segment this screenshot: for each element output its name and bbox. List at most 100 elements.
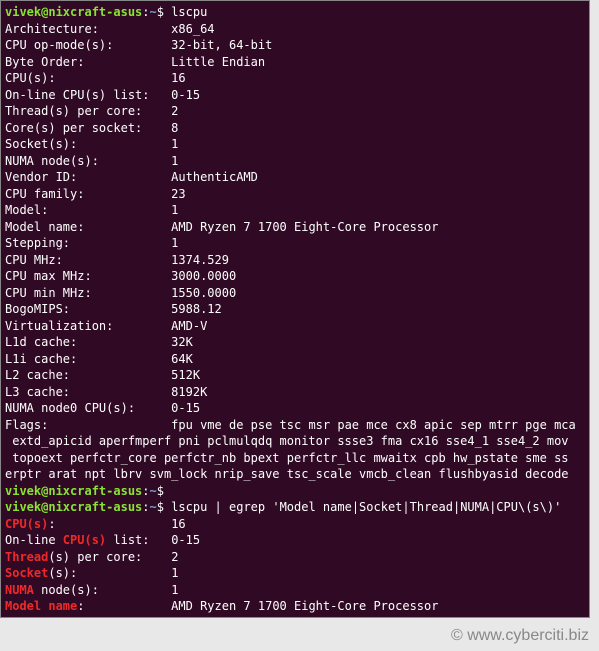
grep-highlight: Model name	[5, 599, 77, 613]
output-label: L2 cache:	[5, 368, 171, 382]
command-line: vivek@nixcraft-asus:~$ lscpu	[5, 4, 585, 21]
output-row: BogoMIPS: 5988.12	[5, 301, 585, 318]
output-row: Model name: AMD Ryzen 7 1700 Eight-Core …	[5, 219, 585, 236]
prompt-user: vivek@nixcraft-asus	[5, 484, 142, 498]
output-row: Architecture: x86_64	[5, 21, 585, 38]
output-value: 16	[171, 517, 185, 531]
output-value: 0-15	[171, 401, 200, 415]
output-label: CPU op-mode(s):	[5, 38, 171, 52]
output-value: 0-15	[171, 88, 200, 102]
output-row: NUMA node0 CPU(s): 0-15	[5, 615, 585, 619]
output-row: NUMA node(s): 1	[5, 582, 585, 599]
output-row: CPU min MHz: 1550.0000	[5, 285, 585, 302]
output-value: 1	[171, 583, 178, 597]
output-row: topoext perfctr_core perfctr_nb bpext pe…	[5, 450, 585, 467]
grep-highlight: NUMA	[5, 583, 34, 597]
output-label: CPU min MHz:	[5, 286, 171, 300]
output-value: Little Endian	[171, 55, 265, 69]
output-value: fpu vme de pse tsc msr pae mce cx8 apic …	[171, 418, 583, 432]
output-value: 1	[171, 137, 178, 151]
output-row: Byte Order: Little Endian	[5, 54, 585, 71]
output-value: 5988.12	[171, 302, 222, 316]
output-value: 0-15	[171, 616, 200, 619]
output-row: CPU op-mode(s): 32-bit, 64-bit	[5, 37, 585, 54]
output-value: 2	[171, 550, 178, 564]
output-row: Model name: AMD Ryzen 7 1700 Eight-Core …	[5, 598, 585, 615]
output-value: 3000.0000	[171, 269, 236, 283]
output-row: On-line CPU(s) list: 0-15	[5, 87, 585, 104]
grep-highlight: NUMA	[5, 616, 34, 619]
output-row: Thread(s) per core: 2	[5, 549, 585, 566]
prompt-colon: :	[142, 484, 149, 498]
output-row: On-line CPU(s) list: 0-15	[5, 532, 585, 549]
output-value: 0-15	[171, 533, 200, 547]
command-line: vivek@nixcraft-asus:~$	[5, 483, 585, 500]
output-value: AMD Ryzen 7 1700 Eight-Core Processor	[171, 220, 438, 234]
output-row: Thread(s) per core: 2	[5, 103, 585, 120]
output-row: CPU family: 23	[5, 186, 585, 203]
output-label: Architecture:	[5, 22, 171, 36]
command-text: lscpu	[171, 5, 207, 19]
output-row: Core(s) per socket: 8	[5, 120, 585, 137]
output-row: L3 cache: 8192K	[5, 384, 585, 401]
prompt-colon: :	[142, 5, 149, 19]
output-label: Vendor ID:	[5, 170, 171, 184]
output-value: AuthenticAMD	[171, 170, 258, 184]
output-label: Stepping:	[5, 236, 171, 250]
output-value: 32-bit, 64-bit	[171, 38, 272, 52]
output-label: L1d cache:	[5, 335, 171, 349]
grep-highlight: CPU(s)	[63, 533, 106, 547]
output-row: L1i cache: 64K	[5, 351, 585, 368]
output-value: 1374.529	[171, 253, 229, 267]
output-row: Virtualization: AMD-V	[5, 318, 585, 335]
prompt-user: vivek@nixcraft-asus	[5, 5, 142, 19]
output-label: Socket(s):	[5, 137, 171, 151]
output-label: Byte Order:	[5, 55, 171, 69]
grep-highlight: Socket	[5, 566, 48, 580]
output-row: L2 cache: 512K	[5, 367, 585, 384]
prompt-path: ~	[150, 5, 157, 19]
output-row: Flags: fpu vme de pse tsc msr pae mce cx…	[5, 417, 585, 434]
output-label: CPU max MHz:	[5, 269, 171, 283]
output-label: CPU(s):	[5, 517, 171, 531]
output-value: 32K	[171, 335, 193, 349]
output-value: 8192K	[171, 385, 207, 399]
terminal-window[interactable]: vivek@nixcraft-asus:~$ lscpuArchitecture…	[0, 0, 590, 618]
output-label: Virtualization:	[5, 319, 171, 333]
output-row: Socket(s): 1	[5, 136, 585, 153]
output-label: Model name:	[5, 599, 171, 613]
output-row: erptr arat npt lbrv svm_lock nrip_save t…	[5, 466, 585, 483]
prompt-user: vivek@nixcraft-asus	[5, 500, 142, 514]
terminal-content: vivek@nixcraft-asus:~$ lscpuArchitecture…	[5, 4, 585, 618]
prompt-symbol: $	[157, 5, 171, 19]
output-value: 1	[171, 566, 178, 580]
output-value: 1	[171, 236, 178, 250]
output-label: NUMA node(s):	[5, 583, 171, 597]
watermark-text: © www.cyberciti.biz	[451, 627, 589, 645]
output-label: Thread(s) per core:	[5, 550, 171, 564]
output-value: 1550.0000	[171, 286, 236, 300]
prompt-colon: :	[142, 500, 149, 514]
output-row: CPU(s): 16	[5, 70, 585, 87]
output-row: NUMA node(s): 1	[5, 153, 585, 170]
output-value: AMD-V	[171, 319, 207, 333]
output-label: Flags:	[5, 418, 171, 432]
command-text: lscpu | egrep 'Model name|Socket|Thread|…	[171, 500, 561, 514]
output-row: CPU max MHz: 3000.0000	[5, 268, 585, 285]
output-label: Socket(s):	[5, 566, 171, 580]
output-value: x86_64	[171, 22, 214, 36]
output-value: 1	[171, 203, 178, 217]
prompt-path: ~	[150, 500, 157, 514]
prompt-path: ~	[150, 484, 157, 498]
output-row: NUMA node0 CPU(s): 0-15	[5, 400, 585, 417]
output-label: CPU family:	[5, 187, 171, 201]
output-label: Core(s) per socket:	[5, 121, 171, 135]
output-value: AMD Ryzen 7 1700 Eight-Core Processor	[171, 599, 438, 613]
output-row: L1d cache: 32K	[5, 334, 585, 351]
output-label: Model:	[5, 203, 171, 217]
output-label: On-line CPU(s) list:	[5, 533, 171, 547]
output-value: 64K	[171, 352, 193, 366]
output-label: L3 cache:	[5, 385, 171, 399]
output-label: Model name:	[5, 220, 171, 234]
output-value: 8	[171, 121, 178, 135]
